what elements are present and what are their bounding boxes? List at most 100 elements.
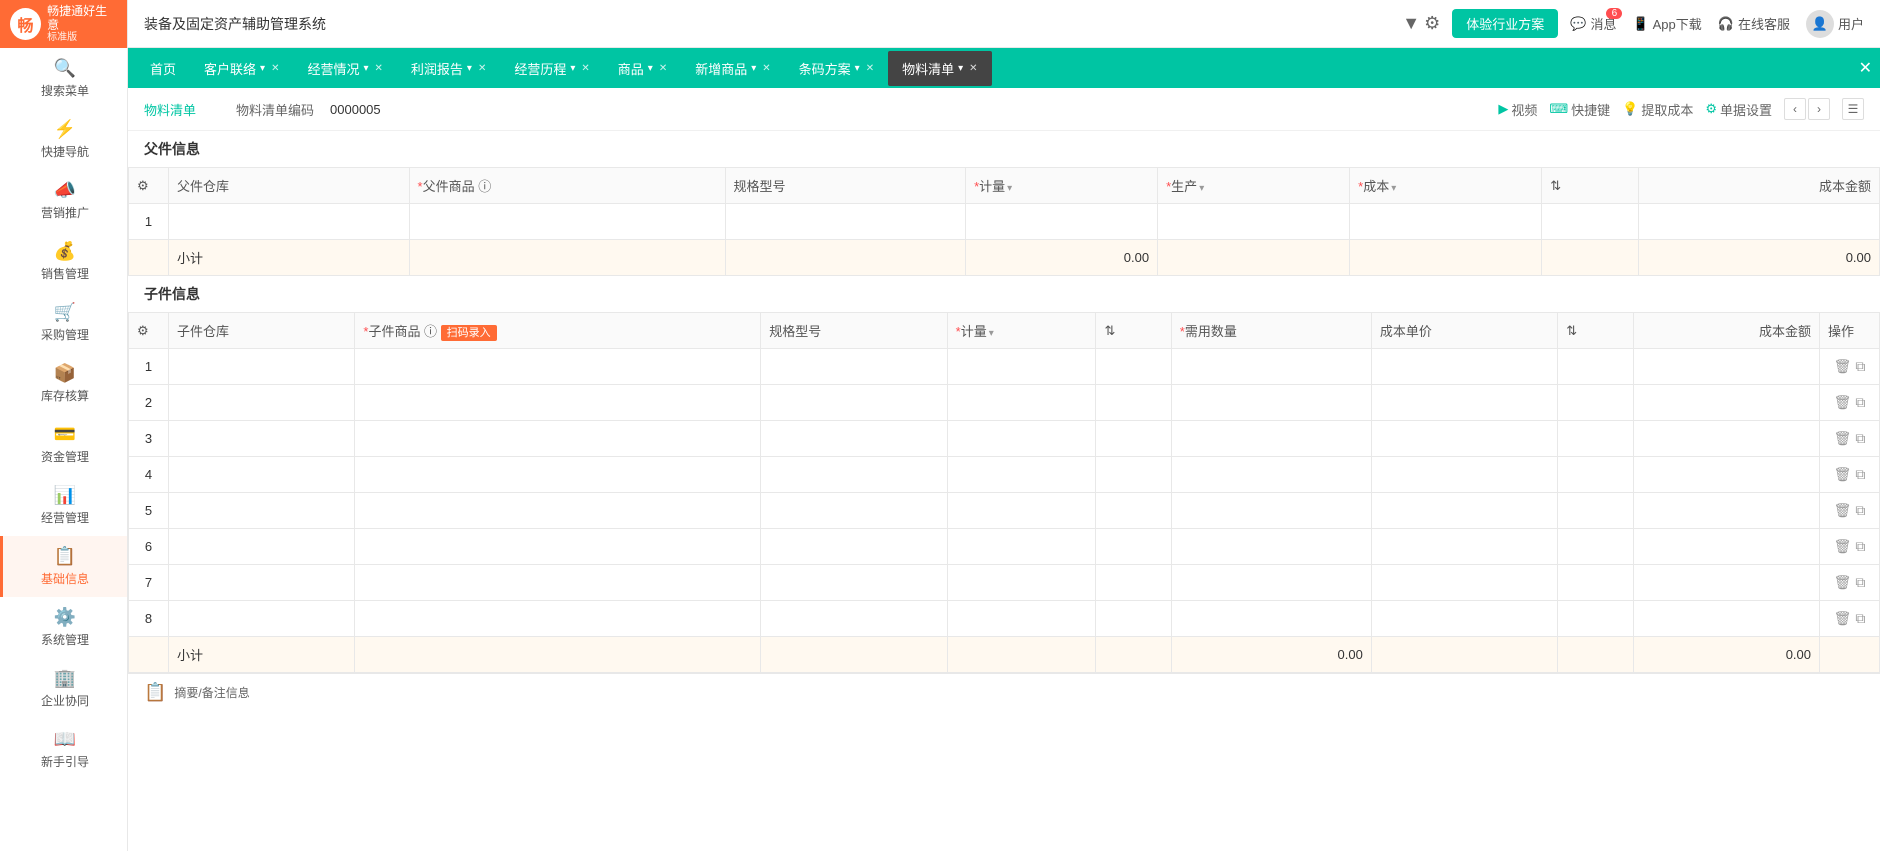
sidebar-item-basic[interactable]: 📋 基础信息 (0, 536, 127, 597)
child-cell-unitcost-6[interactable] (1371, 529, 1557, 565)
nav-tab-新增商品[interactable]: 新增商品 ▾ ✕ (681, 51, 784, 86)
next-arrow[interactable]: › (1808, 98, 1830, 120)
parent-cell-product[interactable] (409, 204, 725, 240)
sidebar-item-system[interactable]: ⚙️ 系统管理 (0, 597, 127, 658)
child-cell-warehouse-8[interactable] (169, 601, 355, 637)
child-cell-unitcost-5[interactable] (1371, 493, 1557, 529)
delete-icon-5[interactable]: 🗑 (1834, 502, 1852, 519)
app-download-btn[interactable]: 📱 App下载 (1632, 14, 1701, 33)
notes-icon[interactable]: 📋 (144, 682, 166, 703)
prev-arrow[interactable]: ‹ (1784, 98, 1806, 120)
copy-icon-6[interactable]: ⧉ (1855, 538, 1865, 555)
child-cell-qty-2[interactable] (1171, 385, 1371, 421)
child-cell-unit-1[interactable] (947, 349, 1096, 385)
child-cell-warehouse-6[interactable] (169, 529, 355, 565)
child-cell-unitcost-2[interactable] (1371, 385, 1557, 421)
sidebar-item-finance[interactable]: 💳 资金管理 (0, 414, 127, 475)
child-cell-product-8[interactable] (355, 601, 761, 637)
child-cell-qty-3[interactable] (1171, 421, 1371, 457)
sidebar-item-inventory[interactable]: 📦 库存核算 (0, 353, 127, 414)
child-cell-qty-4[interactable] (1171, 457, 1371, 493)
parent-cell-production[interactable] (1158, 204, 1350, 240)
sidebar-item-sales[interactable]: 💰 销售管理 (0, 231, 127, 292)
child-cell-spec-5[interactable] (761, 493, 947, 529)
copy-icon-2[interactable]: ⧉ (1855, 394, 1865, 411)
copy-icon-1[interactable]: ⧉ (1855, 358, 1865, 375)
nav-tab-客户联络[interactable]: 客户联络 ▾ ✕ (190, 51, 293, 86)
sidebar-item-purchase[interactable]: 🛒 采购管理 (0, 292, 127, 353)
nav-tab-经营历程[interactable]: 经营历程 ▾ ✕ (500, 51, 603, 86)
parent-cell-warehouse[interactable] (169, 204, 410, 240)
child-cell-unitcost-7[interactable] (1371, 565, 1557, 601)
child-cell-spec-2[interactable] (761, 385, 947, 421)
breadcrumb-parent[interactable]: 物料清单 (144, 100, 196, 119)
sidebar-item-guide[interactable]: 📖 新手引导 (0, 719, 127, 780)
child-cell-product-5[interactable] (355, 493, 761, 529)
child-cell-unit-7[interactable] (947, 565, 1096, 601)
child-cell-unitcost-8[interactable] (1371, 601, 1557, 637)
child-cell-qty-8[interactable] (1171, 601, 1371, 637)
child-cell-product-4[interactable] (355, 457, 761, 493)
child-cell-warehouse-4[interactable] (169, 457, 355, 493)
view-btn[interactable]: ▶ 视频 (1498, 100, 1537, 119)
copy-icon-3[interactable]: ⧉ (1855, 430, 1865, 447)
child-cell-warehouse-5[interactable] (169, 493, 355, 529)
delete-icon-6[interactable]: 🗑 (1834, 538, 1852, 555)
nav-tab-经营情况[interactable]: 经营情况 ▾ ✕ (293, 51, 396, 86)
child-cell-unitcost-1[interactable] (1371, 349, 1557, 385)
delete-icon-8[interactable]: 🗑 (1834, 610, 1852, 627)
shortcut-btn[interactable]: ⌨ 快捷键 (1549, 100, 1610, 119)
extract-cost-btn[interactable]: 💡 提取成本 (1622, 100, 1693, 119)
delete-icon-1[interactable]: 🗑 (1834, 358, 1852, 375)
delete-icon-4[interactable]: 🗑 (1834, 466, 1852, 483)
online-service-btn[interactable]: 🎧 在线客服 (1718, 14, 1790, 33)
parent-cell-cost[interactable] (1350, 204, 1542, 240)
child-cell-unit-4[interactable] (947, 457, 1096, 493)
parent-th-gear[interactable]: ⚙ (129, 168, 169, 204)
child-cell-qty-1[interactable] (1171, 349, 1371, 385)
experience-btn[interactable]: 体验行业方案 (1452, 9, 1558, 38)
child-cell-unit-6[interactable] (947, 529, 1096, 565)
child-cell-unitcost-3[interactable] (1371, 421, 1557, 457)
child-cell-product-3[interactable] (355, 421, 761, 457)
child-cell-product-1[interactable] (355, 349, 761, 385)
child-cell-product-7[interactable] (355, 565, 761, 601)
nav-tab-物料清单[interactable]: 物料清单 ▾ ✕ (888, 51, 991, 86)
child-cell-spec-4[interactable] (761, 457, 947, 493)
copy-icon-8[interactable]: ⧉ (1855, 610, 1865, 627)
sidebar-item-search[interactable]: 🔍 搜索菜单 (0, 48, 127, 109)
user-menu[interactable]: 👤 用户 (1806, 10, 1864, 38)
child-cell-spec-1[interactable] (761, 349, 947, 385)
sidebar-item-quick-nav[interactable]: ⚡ 快捷导航 (0, 109, 127, 170)
nav-tab-条码方案[interactable]: 条码方案 ▾ ✕ (785, 51, 888, 86)
child-cell-unit-2[interactable] (947, 385, 1096, 421)
child-cell-unit-5[interactable] (947, 493, 1096, 529)
delete-icon-2[interactable]: 🗑 (1834, 394, 1852, 411)
nav-tab-首页[interactable]: 首页 (136, 51, 190, 86)
child-th-gear[interactable]: ⚙ (129, 313, 169, 349)
child-cell-unitcost-4[interactable] (1371, 457, 1557, 493)
message-btn[interactable]: 💬 消息 6 (1570, 14, 1616, 33)
child-cell-product-6[interactable] (355, 529, 761, 565)
child-cell-spec-7[interactable] (761, 565, 947, 601)
copy-icon-4[interactable]: ⧉ (1855, 466, 1865, 483)
sidebar-item-marketing[interactable]: 📣 营销推广 (0, 170, 127, 231)
child-cell-warehouse-3[interactable] (169, 421, 355, 457)
menu-icon[interactable]: ☰ (1842, 98, 1864, 120)
delete-icon-7[interactable]: 🗑 (1834, 574, 1852, 591)
nav-tab-商品[interactable]: 商品 ▾ ✕ (604, 51, 681, 86)
delete-icon-3[interactable]: 🗑 (1834, 430, 1852, 447)
single-settings-btn[interactable]: ⚙ 单据设置 (1705, 100, 1772, 119)
nav-tab-利润报告[interactable]: 利润报告 ▾ ✕ (397, 51, 500, 86)
child-cell-spec-6[interactable] (761, 529, 947, 565)
copy-icon-7[interactable]: ⧉ (1855, 574, 1865, 591)
sidebar-item-enterprise[interactable]: 🏢 企业协同 (0, 658, 127, 719)
sidebar-item-operation[interactable]: 📊 经营管理 (0, 475, 127, 536)
child-cell-spec-3[interactable] (761, 421, 947, 457)
child-cell-warehouse-1[interactable] (169, 349, 355, 385)
child-cell-spec-8[interactable] (761, 601, 947, 637)
child-cell-warehouse-2[interactable] (169, 385, 355, 421)
child-cell-product-2[interactable] (355, 385, 761, 421)
child-cell-qty-6[interactable] (1171, 529, 1371, 565)
dropdown-arrow-icon[interactable]: ▼ (1402, 13, 1420, 34)
